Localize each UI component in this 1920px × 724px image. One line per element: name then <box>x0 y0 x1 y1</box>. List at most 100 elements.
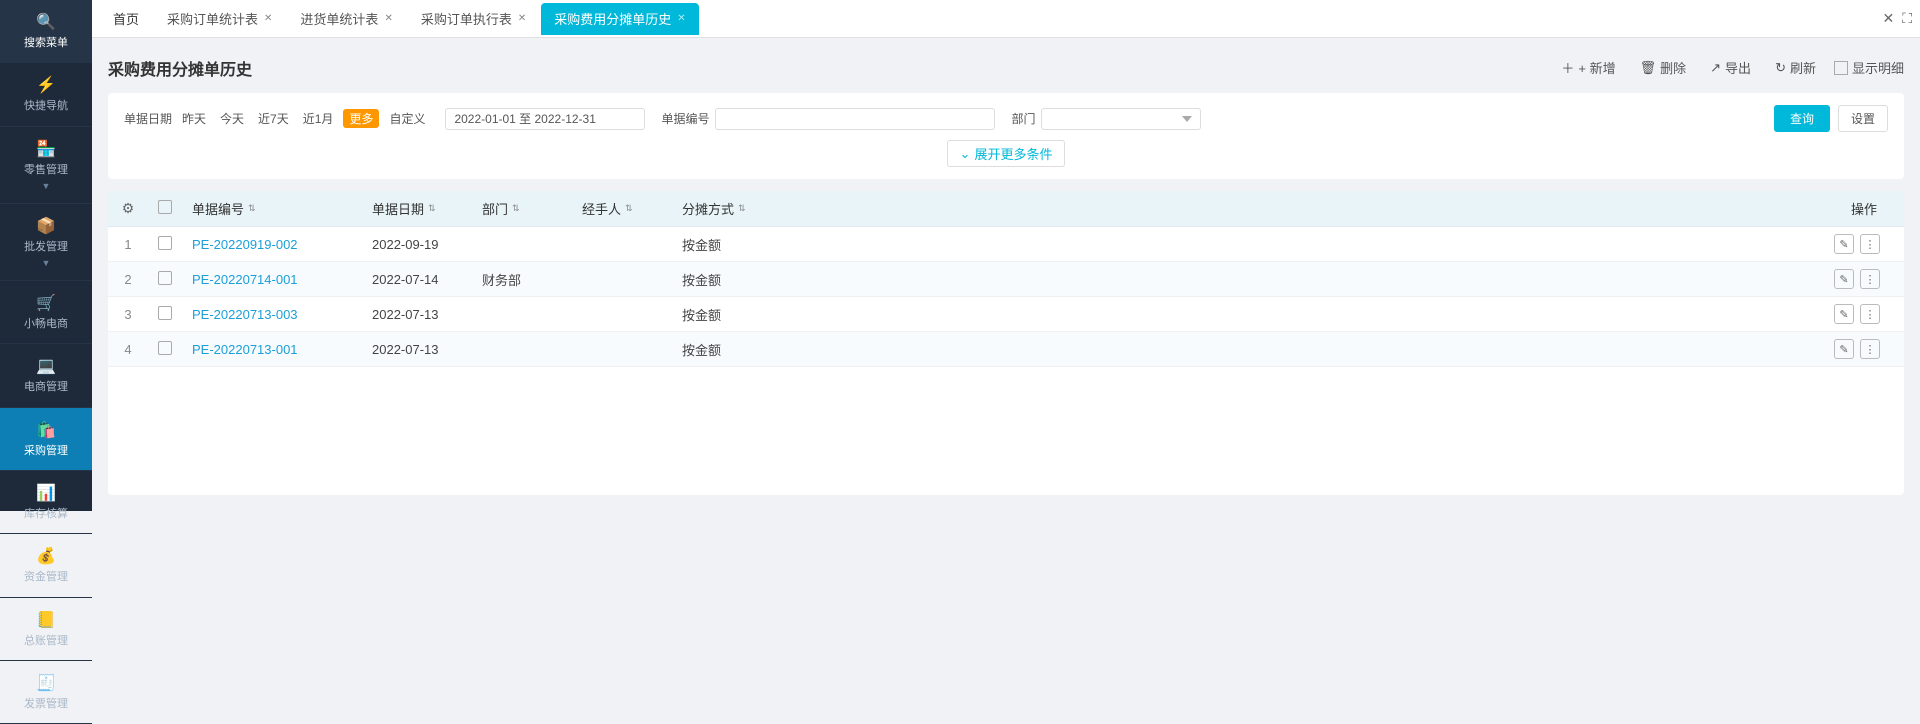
th-handler-label: 经手人 <box>582 199 621 218</box>
row-handler <box>572 262 672 297</box>
edit-icon[interactable]: ✎ <box>1834 304 1854 324</box>
row-checkbox[interactable] <box>158 306 172 320</box>
custom-btn[interactable]: 自定义 <box>385 109 429 128</box>
edit-icon[interactable]: ✎ <box>1834 339 1854 359</box>
doc-no-input[interactable] <box>715 108 995 130</box>
sidebar-item-label: 搜索菜单 <box>24 36 68 50</box>
expand-button[interactable]: ⌄ 展开更多条件 <box>947 140 1066 167</box>
row-checkbox[interactable] <box>158 271 172 285</box>
close-icon[interactable]: ✕ <box>384 13 392 24</box>
row-checkbox[interactable] <box>158 341 172 355</box>
maximize-icon[interactable]: ⛶ <box>1902 10 1912 27</box>
doc-no-link[interactable]: PE-20220714-001 <box>192 272 298 287</box>
th-dept-label: 部门 <box>482 199 508 218</box>
settings-icon[interactable]: ⚙ <box>122 200 135 216</box>
tab-inbound-summary[interactable]: 进货单统计表 ✕ <box>287 3 405 35</box>
sort-icon[interactable]: ⇅ <box>512 203 520 214</box>
th-dept: 部门 ⇅ <box>472 191 572 227</box>
refresh-button[interactable]: ↻ 刷新 <box>1769 54 1822 81</box>
sidebar-item-inventory[interactable]: 📊 库存核算 <box>0 471 92 534</box>
doc-no-link[interactable]: PE-20220919-002 <box>192 237 298 252</box>
search-icon: 🔍 <box>36 12 56 32</box>
tab-home[interactable]: 首页 <box>100 3 152 35</box>
query-button[interactable]: 查询 <box>1774 105 1830 132</box>
th-doc-date-label: 单据日期 <box>372 199 424 218</box>
dept-select[interactable]: 财务部 <box>1041 108 1201 130</box>
more-action-icon[interactable]: ⋮ <box>1860 234 1880 254</box>
tab-cost-split[interactable]: 采购费用分摊单历史 ✕ <box>541 3 698 35</box>
row-doc-no: PE-20220919-002 <box>182 227 362 262</box>
close-icon[interactable]: ✕ <box>518 13 526 24</box>
last1month-btn[interactable]: 近1月 <box>299 109 338 128</box>
sidebar-item-label: 电商管理 <box>24 380 68 394</box>
row-checkbox-cell[interactable] <box>148 262 182 297</box>
row-handler <box>572 332 672 367</box>
sidebar-item-purchase[interactable]: 🛍️ 采购管理 <box>0 408 92 471</box>
sidebar-item-quick-nav[interactable]: ⚡ 快捷导航 <box>0 63 92 126</box>
page-title: 采购费用分摊单历史 <box>108 56 252 80</box>
sidebar-item-label: 快捷导航 <box>24 99 68 113</box>
th-settings[interactable]: ⚙ <box>108 191 148 227</box>
date-filter-label: 单据日期 <box>124 110 172 127</box>
doc-no-link[interactable]: PE-20220713-003 <box>192 307 298 322</box>
sort-icon[interactable]: ⇅ <box>738 203 746 214</box>
refresh-icon: ↻ <box>1775 60 1786 76</box>
delete-icon: 🗑 <box>1640 60 1657 76</box>
table-row: 3 PE-20220713-003 2022-07-13 按金额 ✎ ⋮ <box>108 297 1904 332</box>
row-handler <box>572 227 672 262</box>
sidebar-item-label: 小畅电商 <box>24 317 68 331</box>
add-label: + 新增 <box>1578 58 1615 77</box>
today-btn[interactable]: 今天 <box>216 109 248 128</box>
last7days-btn[interactable]: 近7天 <box>254 109 293 128</box>
sidebar-item-small-ec[interactable]: 🛒 小畅电商 <box>0 281 92 344</box>
date-range-input[interactable] <box>445 108 645 130</box>
add-button[interactable]: ＋ + 新增 <box>1555 54 1621 81</box>
close-icon[interactable]: ✕ <box>264 13 272 24</box>
edit-icon[interactable]: ✎ <box>1834 234 1854 254</box>
sidebar-item-retail[interactable]: 🏪 零售管理 ▼ <box>0 127 92 204</box>
sidebar-item-invoice[interactable]: 🧾 发票管理 <box>0 661 92 724</box>
row-actions: ✎ ⋮ <box>1824 332 1904 367</box>
row-checkbox[interactable] <box>158 236 172 250</box>
sort-icon[interactable]: ⇅ <box>248 203 256 214</box>
doc-no-link[interactable]: PE-20220713-001 <box>192 342 298 357</box>
main-area: 首页 采购订单统计表 ✕ 进货单统计表 ✕ 采购订单执行表 ✕ 采购费用分摊单历… <box>92 0 1920 511</box>
sort-icon[interactable]: ⇅ <box>625 203 633 214</box>
tab-po-summary-label: 采购订单统计表 <box>167 9 258 28</box>
sidebar-item-wholesale[interactable]: 📦 批发管理 ▼ <box>0 204 92 281</box>
sidebar-item-ec-mgmt[interactable]: 💻 电商管理 <box>0 344 92 407</box>
yesterday-btn[interactable]: 昨天 <box>178 109 210 128</box>
show-col-button[interactable]: 显示明细 <box>1834 58 1904 77</box>
table-body: 1 PE-20220919-002 2022-09-19 按金额 ✎ ⋮ 2 P… <box>108 227 1904 367</box>
show-col-checkbox[interactable] <box>1834 61 1848 75</box>
edit-icon[interactable]: ✎ <box>1834 269 1854 289</box>
close-icon[interactable]: ✕ <box>677 13 685 24</box>
sidebar-item-finance[interactable]: 💰 资金管理 <box>0 534 92 597</box>
row-doc-date: 2022-07-14 <box>362 262 472 297</box>
export-button[interactable]: ↗ 导出 <box>1704 54 1757 81</box>
table-header-row: ⚙ 单据编号 ⇅ 单据日期 <box>108 191 1904 227</box>
sort-icon[interactable]: ⇅ <box>428 203 436 214</box>
row-index: 1 <box>108 227 148 262</box>
more-action-icon[interactable]: ⋮ <box>1860 269 1880 289</box>
sidebar-item-search[interactable]: 🔍 搜索菜单 <box>0 0 92 63</box>
th-check[interactable] <box>148 191 182 227</box>
row-checkbox-cell[interactable] <box>148 297 182 332</box>
close-window-icon[interactable]: ✕ <box>1882 10 1894 27</box>
more-btn[interactable]: 更多 <box>343 109 379 128</box>
settings-button[interactable]: 设置 <box>1838 105 1888 132</box>
row-checkbox-cell[interactable] <box>148 332 182 367</box>
delete-button[interactable]: 🗑 删除 <box>1634 54 1693 81</box>
sidebar-item-ledger[interactable]: 📒 总账管理 <box>0 598 92 661</box>
more-action-icon[interactable]: ⋮ <box>1860 339 1880 359</box>
row-dept <box>472 332 572 367</box>
filter-right: 查询 设置 <box>1774 105 1888 132</box>
row-checkbox-cell[interactable] <box>148 227 182 262</box>
tab-po-summary[interactable]: 采购订单统计表 ✕ <box>154 3 285 35</box>
row-doc-date: 2022-07-13 <box>362 332 472 367</box>
more-action-icon[interactable]: ⋮ <box>1860 304 1880 324</box>
tab-po-exec[interactable]: 采购订单执行表 ✕ <box>408 3 539 35</box>
header-checkbox[interactable] <box>158 200 172 214</box>
expand-icon: ⌄ <box>960 146 971 162</box>
inventory-icon: 📊 <box>36 483 56 503</box>
